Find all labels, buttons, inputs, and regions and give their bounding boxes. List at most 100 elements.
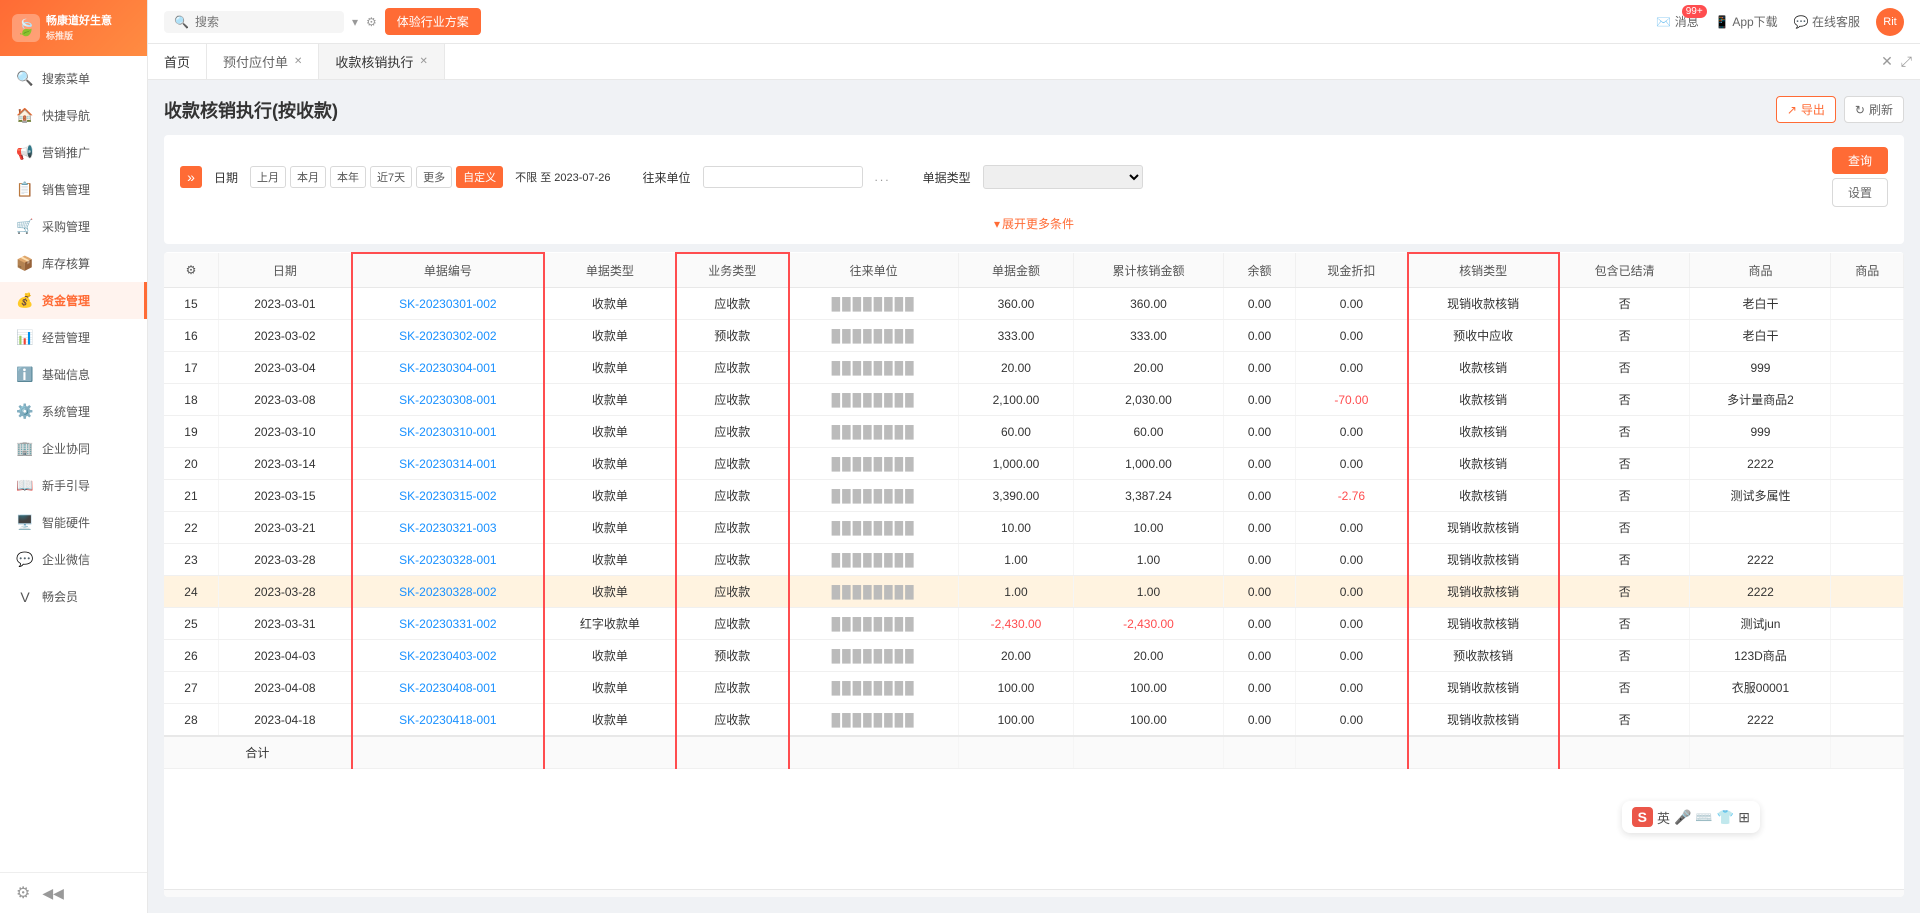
date-btn-custom[interactable]: 自定义 <box>456 166 503 188</box>
doc-no-link[interactable]: SK-20230301-002 <box>399 297 496 311</box>
cell-goods: 2222 <box>1690 544 1831 576</box>
refresh-button[interactable]: ↻ 刷新 <box>1844 96 1904 123</box>
tab-close-all-icon[interactable]: ✕ <box>1881 53 1893 70</box>
doc-no-link[interactable]: SK-20230331-002 <box>399 617 496 631</box>
cell-seq: 26 <box>164 640 218 672</box>
sidebar-item-enterprise[interactable]: 🏢企业协同 <box>0 430 147 467</box>
doc-no-link[interactable]: SK-20230304-001 <box>399 361 496 375</box>
grid-icon[interactable]: ⊞ <box>1738 809 1750 826</box>
sidebar-item-inventory[interactable]: 📦库存核算 <box>0 245 147 282</box>
table-row: 21 2023-03-15 SK-20230315-002 收款单 应收款 ██… <box>164 480 1904 512</box>
sidebar-item-member[interactable]: V畅会员 <box>0 578 147 615</box>
cell-cash-discount: -2.76 <box>1296 480 1408 512</box>
online-service[interactable]: 💬 在线客服 <box>1794 13 1860 30</box>
doc-no-link[interactable]: SK-20230308-001 <box>399 393 496 407</box>
message-badge[interactable]: ✉️ 消息 99+ <box>1656 13 1698 30</box>
doc-no-link[interactable]: SK-20230403-002 <box>399 649 496 663</box>
cell-seq: 21 <box>164 480 218 512</box>
cell-written-off: 60.00 <box>1074 416 1224 448</box>
tab-prepay-close[interactable]: ✕ <box>294 56 302 67</box>
tab-prepay-label: 预付应付单 <box>223 52 288 71</box>
doc-no-link[interactable]: SK-20230315-002 <box>399 489 496 503</box>
keyboard-icon[interactable]: ⌨️ <box>1695 809 1712 826</box>
cell-date: 2023-03-04 <box>218 352 351 384</box>
cell-written-off: 360.00 <box>1074 288 1224 320</box>
tab-home[interactable]: 首页 <box>148 44 207 79</box>
doc-no-link[interactable]: SK-20230302-002 <box>399 329 496 343</box>
tab-prepay[interactable]: 预付应付单 ✕ <box>207 44 319 79</box>
doc-no-link[interactable]: SK-20230408-001 <box>399 681 496 695</box>
table-row: 27 2023-04-08 SK-20230408-001 收款单 应收款 ██… <box>164 672 1904 704</box>
cell-goods: 老白干 <box>1690 288 1831 320</box>
footer-amount <box>958 736 1073 769</box>
export-button[interactable]: ↗ 导出 <box>1776 96 1836 123</box>
sidebar-item-wechat[interactable]: 💬企业微信 <box>0 541 147 578</box>
sidebar-item-sales[interactable]: 📋销售管理 <box>0 171 147 208</box>
date-btn-last-month[interactable]: 上月 <box>250 166 286 188</box>
cell-goods2 <box>1831 416 1904 448</box>
chevron-down-icon: ▾ <box>994 217 1000 231</box>
doc-no-link[interactable]: SK-20230328-001 <box>399 553 496 567</box>
setting-button[interactable]: 设置 <box>1832 178 1888 207</box>
app-download[interactable]: 📱 App下载 <box>1715 13 1778 30</box>
cell-include-settled: 否 <box>1559 512 1690 544</box>
table-row: 28 2023-04-18 SK-20230418-001 收款单 应收款 ██… <box>164 704 1904 737</box>
sidebar-item-purchase[interactable]: 🛒采购管理 <box>0 208 147 245</box>
cell-biz-type: 应收款 <box>676 384 789 416</box>
sidebar-item-system[interactable]: ⚙️系统管理 <box>0 393 147 430</box>
doc-type-select[interactable] <box>983 165 1143 189</box>
header-search-box[interactable]: 🔍 <box>164 11 344 33</box>
sidebar-item-finance[interactable]: 💰资金管理 <box>0 282 147 319</box>
sidebar-item-search[interactable]: 🔍搜索菜单 <box>0 60 147 97</box>
doc-no-link[interactable]: SK-20230310-001 <box>399 425 496 439</box>
expand-conditions-button[interactable]: ▾ 展开更多条件 <box>994 215 1074 232</box>
footer-goods2 <box>1831 736 1904 769</box>
cell-goods: 测试多属性 <box>1690 480 1831 512</box>
cell-doc-no: SK-20230418-001 <box>352 704 544 737</box>
date-btn-7days[interactable]: 近7天 <box>370 166 412 188</box>
collapse-icon[interactable]: ◀◀ <box>42 885 64 902</box>
table-row: 25 2023-03-31 SK-20230331-002 红字收款单 应收款 … <box>164 608 1904 640</box>
col-header-amount: 单据金额 <box>958 253 1073 288</box>
sidebar-item-newbie[interactable]: 📖新手引导 <box>0 467 147 504</box>
cell-written-off: 10.00 <box>1074 512 1224 544</box>
date-btn-this-month[interactable]: 本月 <box>290 166 326 188</box>
sidebar-item-quick-nav[interactable]: 🏠快捷导航 <box>0 97 147 134</box>
shirt-icon[interactable]: 👕 <box>1717 809 1734 826</box>
tab-maximize-icon[interactable]: ⤢ <box>1901 53 1912 70</box>
footer-balance <box>1223 736 1295 769</box>
footer-biz-type <box>676 736 789 769</box>
industry-solution-button[interactable]: 体验行业方案 <box>385 8 481 35</box>
date-btn-this-year[interactable]: 本年 <box>330 166 366 188</box>
tab-collection[interactable]: 收款核销执行 ✕ <box>319 44 444 79</box>
mic-icon[interactable]: 🎤 <box>1674 809 1691 826</box>
table-horizontal-scrollbar[interactable] <box>164 889 1904 897</box>
tab-collection-close[interactable]: ✕ <box>419 56 427 67</box>
cell-seq: 23 <box>164 544 218 576</box>
settings-icon[interactable]: ⚙ <box>16 883 30 903</box>
filter-toggle-button[interactable]: » <box>180 166 202 188</box>
date-btn-more[interactable]: 更多 <box>416 166 452 188</box>
doc-no-link[interactable]: SK-20230321-003 <box>399 521 496 535</box>
search-input[interactable] <box>195 15 315 29</box>
table-scroll-area[interactable]: ⚙ 日期 单据编号 单据类型 业务类型 往来单位 单据金额 累计核销金额 余额 … <box>164 252 1904 889</box>
doc-no-link[interactable]: SK-20230418-001 <box>399 713 496 727</box>
counterparty-input[interactable] <box>703 166 863 188</box>
doc-no-link[interactable]: SK-20230314-001 <box>399 457 496 471</box>
query-button[interactable]: 查询 <box>1832 147 1888 174</box>
cell-cash-discount: 0.00 <box>1296 416 1408 448</box>
cell-include-settled: 否 <box>1559 320 1690 352</box>
cell-doc-type: 收款单 <box>544 416 676 448</box>
user-avatar[interactable]: Rit <box>1876 8 1904 36</box>
gear-icon[interactable]: ⚙ <box>366 15 377 29</box>
header-right: ✉️ 消息 99+ 📱 App下载 💬 在线客服 Rit <box>1656 8 1904 36</box>
logo-icon: 🍃 <box>12 14 40 42</box>
sidebar-item-smart-hardware[interactable]: 🖥️智能硬件 <box>0 504 147 541</box>
sidebar-item-basic-info[interactable]: ℹ️基础信息 <box>0 356 147 393</box>
doc-no-link[interactable]: SK-20230328-002 <box>399 585 496 599</box>
sidebar-item-marketing[interactable]: 📢营销推广 <box>0 134 147 171</box>
col-header-include-settled: 包含已结清 <box>1559 253 1690 288</box>
cell-biz-type: 应收款 <box>676 416 789 448</box>
col-header-goods2: 商品 <box>1831 253 1904 288</box>
sidebar-item-operations[interactable]: 📊经营管理 <box>0 319 147 356</box>
